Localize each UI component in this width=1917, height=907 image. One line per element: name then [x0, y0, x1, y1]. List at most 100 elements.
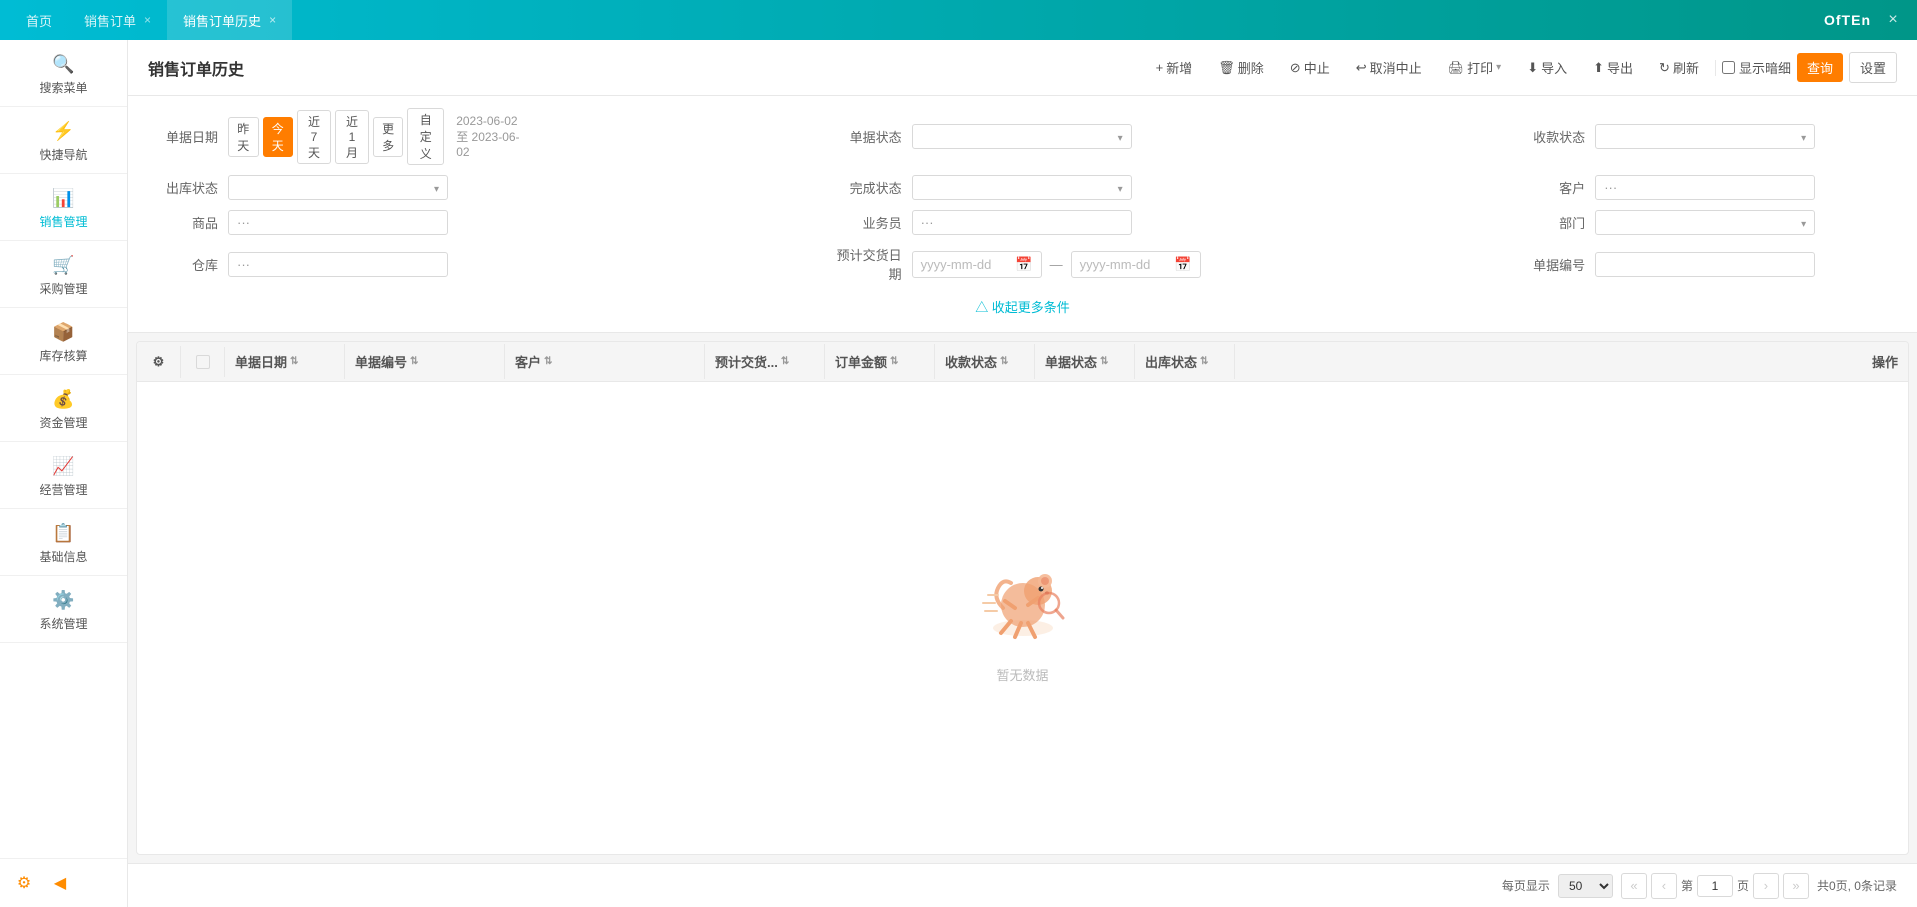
sidebar-item-basic-info-label: 基础信息 [39, 548, 87, 565]
sidebar-collapse-icon[interactable]: ◀ [46, 869, 74, 897]
status-filter-label: 单据状态 [832, 127, 912, 146]
delivery-date-from-placeholder: yyyy-mm-dd [921, 257, 992, 272]
tab-sales-order-history-close[interactable]: × [269, 13, 276, 27]
prev-page-button[interactable]: ‹ [1651, 873, 1677, 899]
header-checkbox[interactable] [196, 355, 210, 369]
refresh-button-label: 刷新 [1673, 58, 1699, 77]
display-cols-checkbox-label[interactable]: 显示暗细 [1722, 58, 1791, 77]
cancel-stop-button-label: 取消中止 [1370, 58, 1422, 77]
date-btn-yesterday[interactable]: 昨天 [228, 117, 259, 157]
th-customer-sort-icon: ⇅ [544, 356, 552, 367]
payment-status-select[interactable] [1595, 124, 1815, 149]
order-no-input[interactable] [1595, 252, 1815, 277]
sidebar-item-finance-label: 资金管理 [39, 414, 87, 431]
th-delivery-status-label: 出库状态 [1145, 352, 1197, 371]
sidebar-item-inventory[interactable]: 📦 库存核算 [0, 308, 127, 375]
filter-row-date: 单据日期 昨天 今天 近7天 近1月 更多 自定义 2023-06-02 至 2… [148, 108, 1897, 165]
warehouse-select[interactable]: ··· [228, 252, 448, 277]
salesperson-select[interactable]: ··· [912, 210, 1132, 235]
th-customer[interactable]: 客户 ⇅ [505, 344, 705, 379]
last-page-button[interactable]: » [1783, 873, 1809, 899]
sidebar-settings-icon[interactable]: ⚙ [10, 869, 38, 897]
export-button-label: 导出 [1607, 58, 1633, 77]
delivery-date-from-input[interactable]: yyyy-mm-dd 📅 [912, 251, 1042, 278]
cancel-stop-button[interactable]: ↩ 取消中止 [1346, 53, 1432, 82]
print-button[interactable]: 🖨 打印 ▾ [1438, 53, 1512, 82]
sidebar-item-finance[interactable]: 💰 资金管理 [0, 375, 127, 442]
sidebar-item-system-mgmt[interactable]: ⚙️ 系统管理 [0, 576, 127, 643]
th-action-label: 操作 [1872, 352, 1898, 371]
order-no-filter-label: 单据编号 [1515, 255, 1595, 274]
completion-chevron-icon [1118, 180, 1123, 195]
add-button[interactable]: + 新增 [1146, 53, 1203, 82]
status-chevron-icon [1118, 129, 1123, 144]
sidebar-item-operations[interactable]: 📈 经营管理 [0, 442, 127, 509]
inventory-icon: 📦 [52, 322, 74, 343]
page-size-select[interactable]: 50 10 20 100 [1558, 874, 1613, 898]
tab-home[interactable]: 首页 [10, 0, 68, 40]
sidebar-item-sales-mgmt[interactable]: 📊 销售管理 [0, 174, 127, 241]
date-btn-more[interactable]: 更多 [373, 117, 404, 157]
tab-sales-order[interactable]: 销售订单 × [68, 0, 167, 40]
display-cols-checkbox[interactable] [1722, 61, 1735, 74]
window-close-button[interactable]: × [1879, 6, 1907, 34]
settings-button[interactable]: 设置 [1849, 52, 1897, 83]
th-order-no-sort-icon: ⇅ [410, 356, 418, 367]
sidebar-item-quick-nav[interactable]: ⚡ 快捷导航 [0, 107, 127, 174]
date-btn-today[interactable]: 今天 [263, 117, 294, 157]
first-page-button[interactable]: « [1621, 873, 1647, 899]
th-amount-label: 订单金额 [835, 352, 887, 371]
main-layout: 🔍 搜索菜单 ⚡ 快捷导航 📊 销售管理 🛒 采购管理 📦 库存核算 💰 资金管… [0, 40, 1917, 907]
tab-sales-order-history[interactable]: 销售订单历史 × [167, 0, 292, 40]
th-checkbox[interactable] [181, 347, 225, 377]
delivery-date-to-input[interactable]: yyyy-mm-dd 📅 [1071, 251, 1201, 278]
th-order-no[interactable]: 单据编号 ⇅ [345, 344, 505, 379]
delete-icon: 🗑 [1218, 60, 1235, 76]
product-filter-control: ··· [228, 210, 530, 235]
pagination-bar: 每页显示 50 10 20 100 « ‹ 第 页 › [128, 863, 1917, 907]
import-icon: ⬇ [1527, 60, 1538, 76]
delivery-date-to-placeholder: yyyy-mm-dd [1080, 257, 1151, 272]
collapse-filter-label: △ 收起更多条件 [975, 297, 1070, 316]
th-order-status[interactable]: 单据状态 ⇅ [1035, 344, 1135, 379]
th-delivery-status[interactable]: 出库状态 ⇅ [1135, 344, 1235, 379]
date-btn-1month[interactable]: 近1月 [335, 110, 369, 164]
last-page-icon: » [1792, 878, 1799, 893]
delete-button[interactable]: 🗑 删除 [1208, 53, 1274, 82]
import-button[interactable]: ⬇ 导入 [1517, 53, 1577, 82]
sidebar-item-search-menu-label: 搜索菜单 [39, 79, 87, 96]
export-button[interactable]: ⬆ 导出 [1583, 53, 1643, 82]
sidebar-item-purchase-mgmt[interactable]: 🛒 采购管理 [0, 241, 127, 308]
status-select[interactable] [912, 124, 1132, 149]
tab-sales-order-close[interactable]: × [144, 13, 151, 27]
customer-select[interactable]: ··· [1595, 175, 1815, 200]
cancel-stop-icon: ↩ [1356, 60, 1367, 76]
th-date[interactable]: 单据日期 ⇅ [225, 344, 345, 379]
completion-status-select[interactable] [912, 175, 1132, 200]
stop-button[interactable]: ⊘ 中止 [1280, 53, 1340, 82]
page-text: 第 [1681, 877, 1693, 894]
tab-sales-order-label: 销售订单 [84, 11, 136, 30]
query-button[interactable]: 查询 [1797, 53, 1843, 82]
refresh-button[interactable]: ↻ 刷新 [1649, 53, 1709, 82]
date-btn-7days[interactable]: 近7天 [297, 110, 331, 164]
dept-select[interactable] [1595, 210, 1815, 235]
th-payment-status[interactable]: 收款状态 ⇅ [935, 344, 1035, 379]
date-range-text: 2023-06-02 至 2023-06-02 [456, 114, 530, 159]
th-settings[interactable]: ⚙ [137, 346, 181, 378]
sidebar-item-purchase-mgmt-label: 采购管理 [39, 280, 87, 297]
th-delivery[interactable]: 预计交货... ⇅ [705, 344, 825, 379]
sidebar-item-basic-info[interactable]: 📋 基础信息 [0, 509, 127, 576]
salesperson-filter-label: 业务员 [832, 213, 912, 232]
outbound-status-select[interactable] [228, 175, 448, 200]
tab-home-label: 首页 [26, 11, 52, 30]
collapse-filter-button[interactable]: △ 收起更多条件 [148, 293, 1897, 320]
product-select[interactable]: ··· [228, 210, 448, 235]
sidebar-item-system-mgmt-label: 系统管理 [39, 615, 87, 632]
page-number-input[interactable] [1697, 875, 1733, 897]
th-amount[interactable]: 订单金额 ⇅ [825, 344, 935, 379]
filter-row-product: 商品 ··· 业务员 ··· 部门 [148, 210, 1897, 235]
next-page-button[interactable]: › [1753, 873, 1779, 899]
date-btn-custom[interactable]: 自定义 [407, 108, 444, 165]
sidebar-item-search-menu[interactable]: 🔍 搜索菜单 [0, 40, 127, 107]
